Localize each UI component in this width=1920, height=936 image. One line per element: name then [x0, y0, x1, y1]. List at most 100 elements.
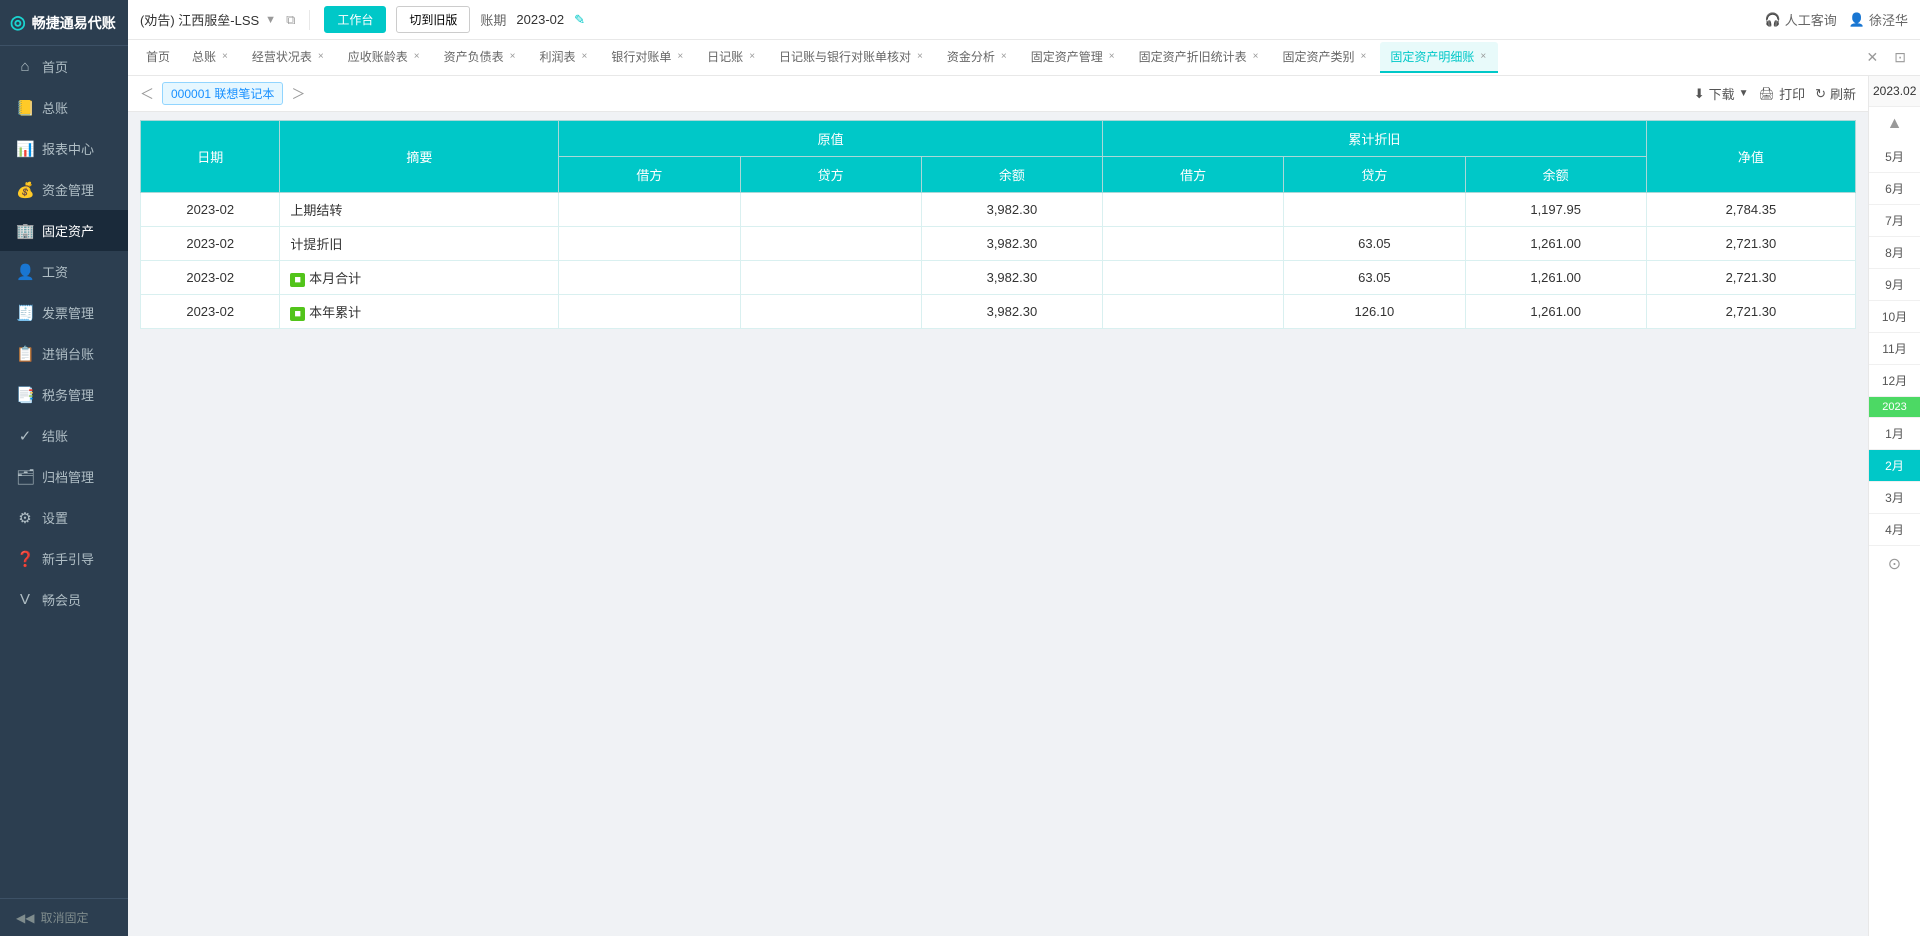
switch-version-button[interactable]: 切到旧版	[396, 6, 470, 33]
tab-label-2: 经营状况表	[252, 48, 312, 65]
tab-11[interactable]: 固定资产折旧统计表 ×	[1129, 42, 1271, 73]
maximize-icon[interactable]: ⊡	[1888, 45, 1912, 70]
topbar-right: 🎧 人工客询 👤 徐泾华	[1765, 10, 1908, 29]
header-orig-credit: 贷方	[740, 157, 921, 193]
tab-13[interactable]: 固定资产明细账 ×	[1380, 42, 1498, 73]
sidebar-item-畅会员[interactable]: V畅会员	[0, 579, 128, 620]
tab-label-12: 固定资产类别	[1282, 48, 1354, 65]
download-button[interactable]: ⬇ 下载 ▼	[1694, 84, 1749, 103]
month-item-6[interactable]: 6月	[1869, 173, 1920, 205]
month-item-3[interactable]: 3月	[1869, 482, 1920, 514]
table-container: 日期 摘要 原值 累计折旧 净值 借方 贷方 余额 借方	[128, 112, 1868, 936]
print-button[interactable]: 🖨 打印	[1759, 84, 1806, 103]
asset-tag[interactable]: 000001 联想笔记本	[162, 82, 283, 105]
subnav-actions: ⬇ 下载 ▼ 🖨 打印 ↻ 刷新	[1694, 84, 1856, 103]
month-item-12[interactable]: 12月	[1869, 365, 1920, 397]
sidebar-item-进销台账[interactable]: 📋进销台账	[0, 333, 128, 374]
copy-icon[interactable]: ⧉	[286, 12, 295, 28]
tab-close-9[interactable]: ×	[999, 51, 1009, 62]
sidebar: ◎ 畅捷通易代账 ⌂首页📒总账📊报表中心💰资金管理🏢固定资产👤工资🧾发票管理📋进…	[0, 0, 128, 936]
tab-12[interactable]: 固定资产类别 ×	[1272, 42, 1378, 73]
human-service-label: 人工客询	[1785, 10, 1837, 29]
sidebar-item-固定资产[interactable]: 🏢 固定资产	[0, 210, 128, 251]
tabbar: 首页总账×经营状况表×应收账龄表×资产负债表×利润表×银行对账单×日记账×日记账…	[128, 40, 1920, 76]
tab-8[interactable]: 日记账与银行对账单核对 ×	[769, 42, 935, 73]
cell-orig-balance-0: 3,982.30	[921, 193, 1102, 227]
sidebar-item-总账[interactable]: 📒总账	[0, 87, 128, 128]
tab-5[interactable]: 利润表×	[529, 42, 599, 73]
cell-net-value-3: 2,721.30	[1646, 295, 1855, 329]
month-item-4[interactable]: 4月	[1869, 514, 1920, 546]
tab-7[interactable]: 日记账×	[697, 42, 767, 73]
tab-9[interactable]: 资金分析×	[937, 42, 1019, 73]
tab-close-6[interactable]: ×	[675, 51, 685, 62]
tab-close-4[interactable]: ×	[508, 51, 518, 62]
scroll-up-icon[interactable]: ▲	[1879, 107, 1911, 141]
scroll-down-icon[interactable]: ⊙	[1880, 546, 1909, 582]
cell-orig-debit-1	[559, 227, 740, 261]
sidebar-item-税务管理[interactable]: 📑税务管理	[0, 374, 128, 415]
month-item-2-active[interactable]: 2月	[1869, 450, 1920, 482]
month-item-9[interactable]: 9月	[1869, 269, 1920, 301]
tab-3[interactable]: 应收账龄表×	[338, 42, 432, 73]
tab-close-13[interactable]: ×	[1478, 51, 1488, 62]
tab-4[interactable]: 资产负债表×	[434, 42, 528, 73]
asset-code: 000001	[171, 87, 211, 101]
tab-1[interactable]: 总账×	[182, 42, 240, 73]
sidebar-item-归档管理[interactable]: 🗂归档管理	[0, 456, 128, 497]
sidebar-item-首页[interactable]: ⌂首页	[0, 46, 128, 87]
sidebar-item-新手引导[interactable]: ❓新手引导	[0, 538, 128, 579]
tab-6[interactable]: 银行对账单×	[601, 42, 695, 73]
sidebar-pin[interactable]: ◀◀ 取消固定	[0, 898, 128, 936]
period-edit-icon[interactable]: ✎	[574, 12, 585, 28]
tab-label-11: 固定资产折旧统计表	[1139, 48, 1247, 65]
row-tag-3: ■	[290, 307, 305, 321]
print-label: 打印	[1779, 84, 1805, 103]
tab-close-10[interactable]: ×	[1107, 51, 1117, 62]
month-item-7[interactable]: 7月	[1869, 205, 1920, 237]
month-item-10[interactable]: 10月	[1869, 301, 1920, 333]
month-item-1[interactable]: 1月	[1869, 418, 1920, 450]
sidebar-icon-11: ⚙	[16, 509, 34, 527]
month-item-8[interactable]: 8月	[1869, 237, 1920, 269]
sidebar-item-设置[interactable]: ⚙设置	[0, 497, 128, 538]
tab-0[interactable]: 首页	[136, 42, 180, 73]
sidebar-item-工资[interactable]: 👤工资	[0, 251, 128, 292]
month-item-5[interactable]: 5月	[1869, 141, 1920, 173]
tab-2[interactable]: 经营状况表 ×	[242, 42, 336, 73]
sidebar-item-发票管理[interactable]: 🧾发票管理	[0, 292, 128, 333]
sidebar-item-结账[interactable]: ✓结账	[0, 415, 128, 456]
refresh-button[interactable]: ↻ 刷新	[1815, 84, 1856, 103]
tab-close-12[interactable]: ×	[1358, 51, 1368, 62]
tab-close-11[interactable]: ×	[1251, 51, 1261, 62]
subnav-back-arrow[interactable]: ＜	[140, 84, 154, 104]
user-info[interactable]: 👤 徐泾华	[1849, 10, 1908, 29]
tab-10[interactable]: 固定资产管理×	[1021, 42, 1127, 73]
month-item-11[interactable]: 11月	[1869, 333, 1920, 365]
tab-close-1[interactable]: ×	[220, 51, 230, 62]
row-tag-2: ■	[290, 273, 305, 287]
tab-close-7[interactable]: ×	[747, 51, 757, 62]
tab-close-2[interactable]: ×	[316, 51, 326, 62]
sidebar-item-报表中心[interactable]: 📊报表中心	[0, 128, 128, 169]
human-service[interactable]: 🎧 人工客询	[1765, 10, 1837, 29]
tab-close-3[interactable]: ×	[412, 51, 422, 62]
sidebar-label-4: 固定资产	[42, 221, 94, 240]
sidebar-icon-3: 💰	[16, 181, 34, 199]
cell-dep-debit-2	[1103, 261, 1284, 295]
cell-dep-credit-0	[1284, 193, 1465, 227]
download-arrow-icon: ▼	[1739, 88, 1749, 99]
tab-close-5[interactable]: ×	[579, 51, 589, 62]
refresh-label: 刷新	[1830, 84, 1856, 103]
tab-label-13: 固定资产明细账	[1390, 48, 1474, 65]
sidebar-label-9: 结账	[42, 426, 68, 445]
subnav-forward-arrow[interactable]: ＞	[291, 84, 305, 104]
sidebar-item-资金管理[interactable]: 💰资金管理	[0, 169, 128, 210]
close-tab-icon[interactable]: ✕	[1861, 45, 1885, 70]
sidebar-icon-4: 🏢	[16, 222, 34, 240]
tab-label-8: 日记账与银行对账单核对	[779, 48, 911, 65]
header-orig-balance: 余额	[921, 157, 1102, 193]
company-selector[interactable]: (劝告) 江西服垒-LSS ▼	[140, 10, 276, 29]
workbench-button[interactable]: 工作台	[324, 6, 386, 33]
tab-close-8[interactable]: ×	[915, 51, 925, 62]
